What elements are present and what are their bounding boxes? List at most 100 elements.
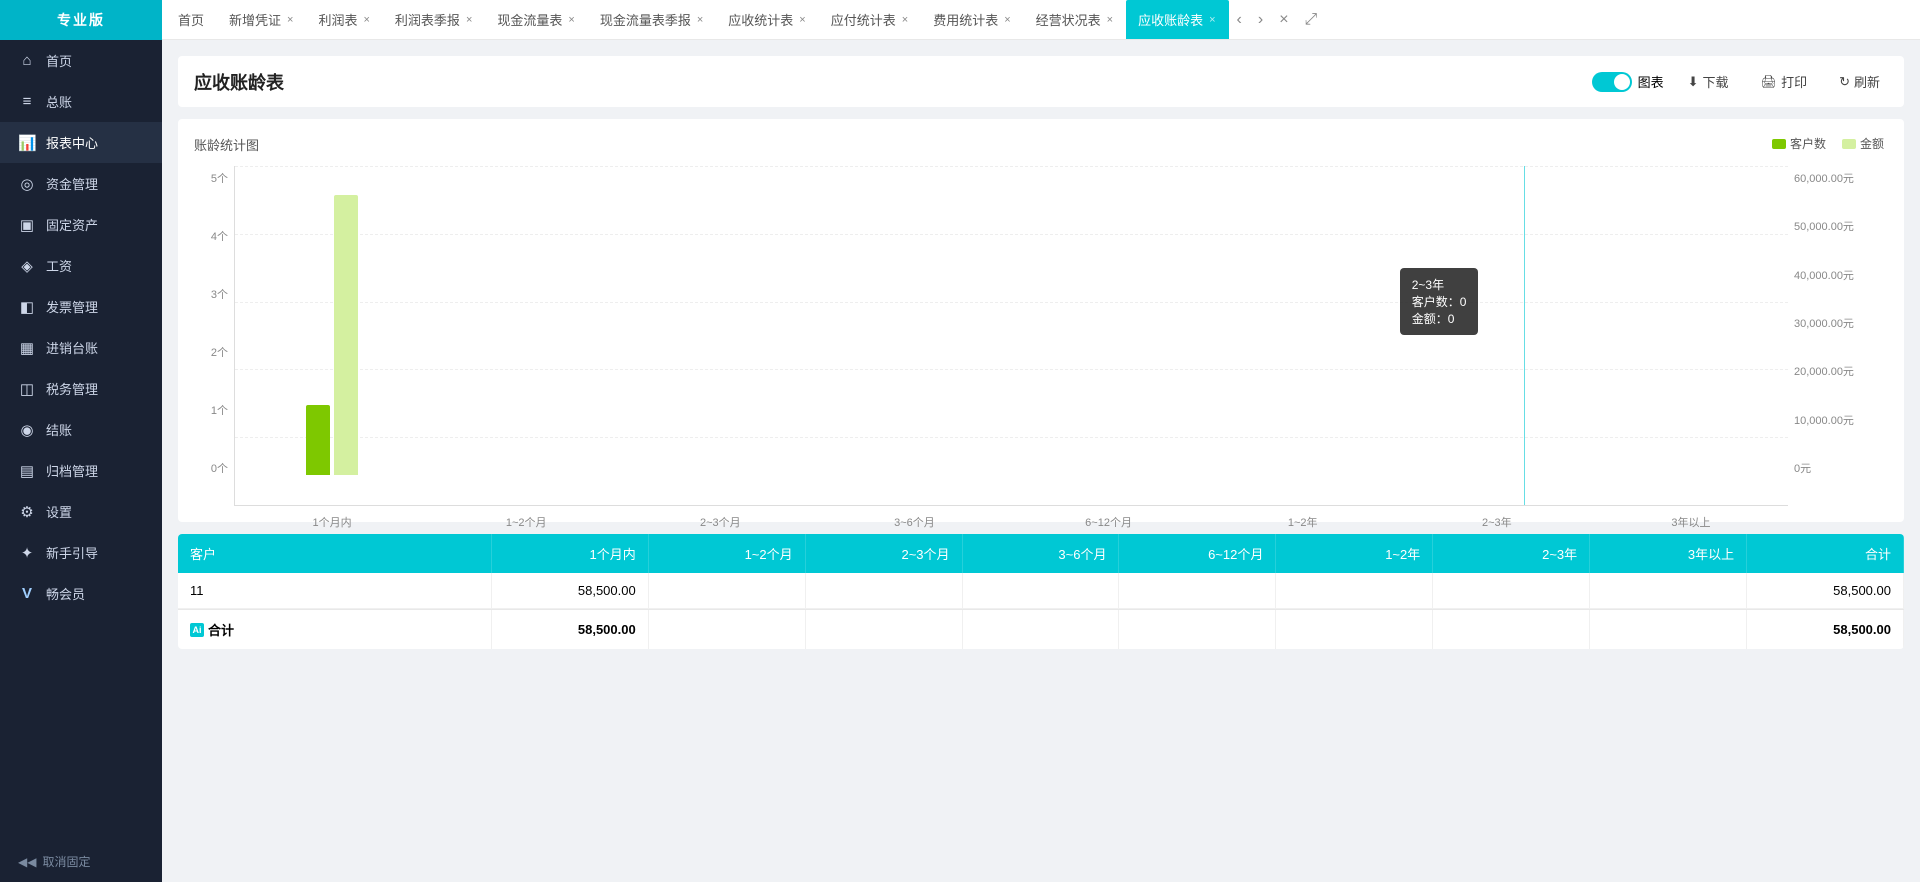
tab-scroll-left[interactable]: ‹: [1229, 0, 1250, 39]
toggle-label: 图表: [1638, 72, 1664, 91]
page-title: 应收账龄表: [194, 69, 284, 95]
tab-scroll-right[interactable]: ›: [1250, 0, 1271, 39]
col-2to3year: 2~3年: [1433, 534, 1590, 573]
sidebar-item-invoice[interactable]: ◧ 发票管理: [0, 286, 162, 327]
tab-ap-stats[interactable]: 应付统计表 ×: [819, 0, 921, 39]
sidebar-item-closing[interactable]: ◉ 结账: [0, 409, 162, 450]
chart-cursor-line: [1524, 166, 1525, 505]
tab-close-cashflow-quarterly[interactable]: ×: [697, 14, 703, 26]
pin-label: 取消固定: [42, 853, 90, 870]
tab-close-profit[interactable]: ×: [363, 14, 369, 26]
sidebar-item-ledger[interactable]: ≡ 总账: [0, 81, 162, 122]
table-header: 客户 1个月内 1~2个月 2~3个月 3~6个月 6~12个月 1~2年 2~…: [178, 534, 1904, 573]
y-axis-left: 5个 4个 3个 2个 1个 0个: [194, 166, 234, 506]
archive-icon: ▤: [18, 462, 36, 480]
tab-home[interactable]: 首页: [166, 0, 217, 39]
tab-expense-stats[interactable]: 费用统计表 ×: [921, 0, 1023, 39]
x-label-3to6month: 3~6个月: [817, 514, 1011, 530]
tab-close-ar-aging[interactable]: ×: [1209, 14, 1215, 26]
col-customer: 客户: [178, 534, 492, 573]
total-label: Ai 合计: [178, 610, 492, 649]
tooltip-customers: 客户数：0: [1412, 293, 1467, 310]
tab-profit[interactable]: 利润表 ×: [306, 0, 382, 39]
sidebar-item-settings[interactable]: ⚙ 设置: [0, 491, 162, 532]
tab-bar: 首页 新增凭证 × 利润表 × 利润表季报 × 现金流量表 × 现金流量表季报 …: [162, 0, 1920, 40]
bar-group-1to2year: [1206, 166, 1400, 475]
legend-amount-box: [1842, 139, 1856, 149]
y-axis-right: 60,000.00元 50,000.00元 40,000.00元 30,000.…: [1788, 166, 1888, 506]
tab-expand[interactable]: ⤢: [1297, 0, 1326, 39]
app-logo: 专业版: [0, 0, 162, 40]
chart-tooltip: 2~3年 客户数：0 金额：0: [1400, 268, 1479, 335]
sidebar-item-label: 固定资产: [46, 215, 98, 234]
y-left-2: 2个: [211, 344, 228, 360]
y-right-2: 20,000.00元: [1794, 363, 1854, 379]
sidebar-item-vip[interactable]: V 畅会员: [0, 573, 162, 614]
legend-customers-label: 客户数: [1790, 135, 1826, 152]
download-button[interactable]: ⬇ 下载: [1680, 68, 1737, 95]
page-content: 应收账龄表 图表 ⬇ 下载 🖨 打印 ↻ 刷新: [162, 40, 1920, 882]
sidebar-item-reports[interactable]: 📊 报表中心: [0, 122, 162, 163]
inventory-icon: ▦: [18, 339, 36, 357]
tab-label: 费用统计表: [933, 10, 998, 29]
bar-group-1to2month: [429, 166, 623, 475]
x-label-over3year: 3年以上: [1594, 514, 1788, 530]
tab-label: 应付统计表: [831, 10, 896, 29]
tab-voucher[interactable]: 新增凭证 ×: [217, 0, 306, 39]
tab-label: 经营状况表: [1036, 10, 1101, 29]
sidebar-item-salary[interactable]: ◈ 工资: [0, 245, 162, 286]
total-6to12month: [1119, 610, 1276, 649]
sidebar-item-label: 进销台账: [46, 338, 98, 357]
total-1month: 58,500.00: [492, 610, 649, 649]
tab-ar-aging[interactable]: 应收账龄表 ×: [1126, 0, 1228, 39]
tab-close-expense-stats[interactable]: ×: [1004, 14, 1010, 26]
table-row: 11 58,500.00 58,500.00: [178, 573, 1904, 609]
settings-icon: ⚙: [18, 503, 36, 521]
sidebar-item-label: 报表中心: [46, 133, 98, 152]
cell-over3year: [1590, 573, 1747, 608]
table-total-row: Ai 合计 58,500.00 58,500.00: [178, 609, 1904, 649]
print-button[interactable]: 🖨 打印: [1753, 68, 1816, 95]
tab-ar-stats[interactable]: 应收统计表 ×: [716, 0, 818, 39]
print-icon: 🖨: [1761, 74, 1778, 90]
refresh-button[interactable]: ↻ 刷新: [1831, 68, 1888, 95]
invoice-icon: ◧: [18, 298, 36, 316]
chart-legend: 客户数 金额: [1772, 135, 1884, 152]
tab-close-ar-stats[interactable]: ×: [799, 14, 805, 26]
tab-label: 现金流量表季报: [600, 10, 691, 29]
tab-profit-quarterly[interactable]: 利润表季报 ×: [383, 0, 485, 39]
tab-cashflow[interactable]: 现金流量表 ×: [485, 0, 587, 39]
tab-label: 新增凭证: [229, 10, 281, 29]
x-label-1to2year: 1~2年: [1206, 514, 1400, 530]
tab-label: 利润表季报: [395, 10, 460, 29]
sidebar-item-guide[interactable]: ✦ 新手引导: [0, 532, 162, 573]
sidebar-item-label: 设置: [46, 502, 72, 521]
chart-container: 5个 4个 3个 2个 1个 0个: [194, 166, 1888, 506]
sidebar-item-funds[interactable]: ◎ 资金管理: [0, 163, 162, 204]
cell-1to2year: [1276, 573, 1433, 608]
sidebar-item-archive[interactable]: ▤ 归档管理: [0, 450, 162, 491]
total-text: 合计: [208, 620, 234, 639]
chart-area: 账龄统计图 客户数 金额 5个 4个 3个: [178, 119, 1904, 522]
chart-toggle[interactable]: [1592, 72, 1632, 92]
tab-close-cashflow[interactable]: ×: [568, 14, 574, 26]
tab-close-all[interactable]: ×: [1271, 0, 1296, 39]
cell-2to3month: [806, 573, 963, 608]
tab-close-business-status[interactable]: ×: [1107, 14, 1113, 26]
sidebar-item-label: 畅会员: [46, 584, 85, 603]
total-total: 58,500.00: [1747, 610, 1904, 649]
download-icon: ⬇: [1688, 74, 1699, 90]
tab-business-status[interactable]: 经营状况表 ×: [1024, 0, 1126, 39]
sidebar-pin-toggle[interactable]: ◀◀ 取消固定: [0, 841, 162, 882]
tab-close-profit-quarterly[interactable]: ×: [466, 14, 472, 26]
tab-cashflow-quarterly[interactable]: 现金流量表季报 ×: [588, 0, 716, 39]
tab-close-voucher[interactable]: ×: [287, 14, 293, 26]
sidebar-item-tax[interactable]: ◫ 税务管理: [0, 368, 162, 409]
tab-close-ap-stats[interactable]: ×: [902, 14, 908, 26]
bar-group-over3year: [1594, 166, 1788, 475]
chart-plot: 1个月内 1~2个月 2~3个月 3~6个月 6~12个月 1~2年 2~3年 …: [234, 166, 1788, 506]
sidebar-item-assets[interactable]: ▣ 固定资产: [0, 204, 162, 245]
sidebar-item-inventory[interactable]: ▦ 进销台账: [0, 327, 162, 368]
x-label-1month: 1个月内: [235, 514, 429, 530]
sidebar-item-home[interactable]: ⌂ 首页: [0, 40, 162, 81]
